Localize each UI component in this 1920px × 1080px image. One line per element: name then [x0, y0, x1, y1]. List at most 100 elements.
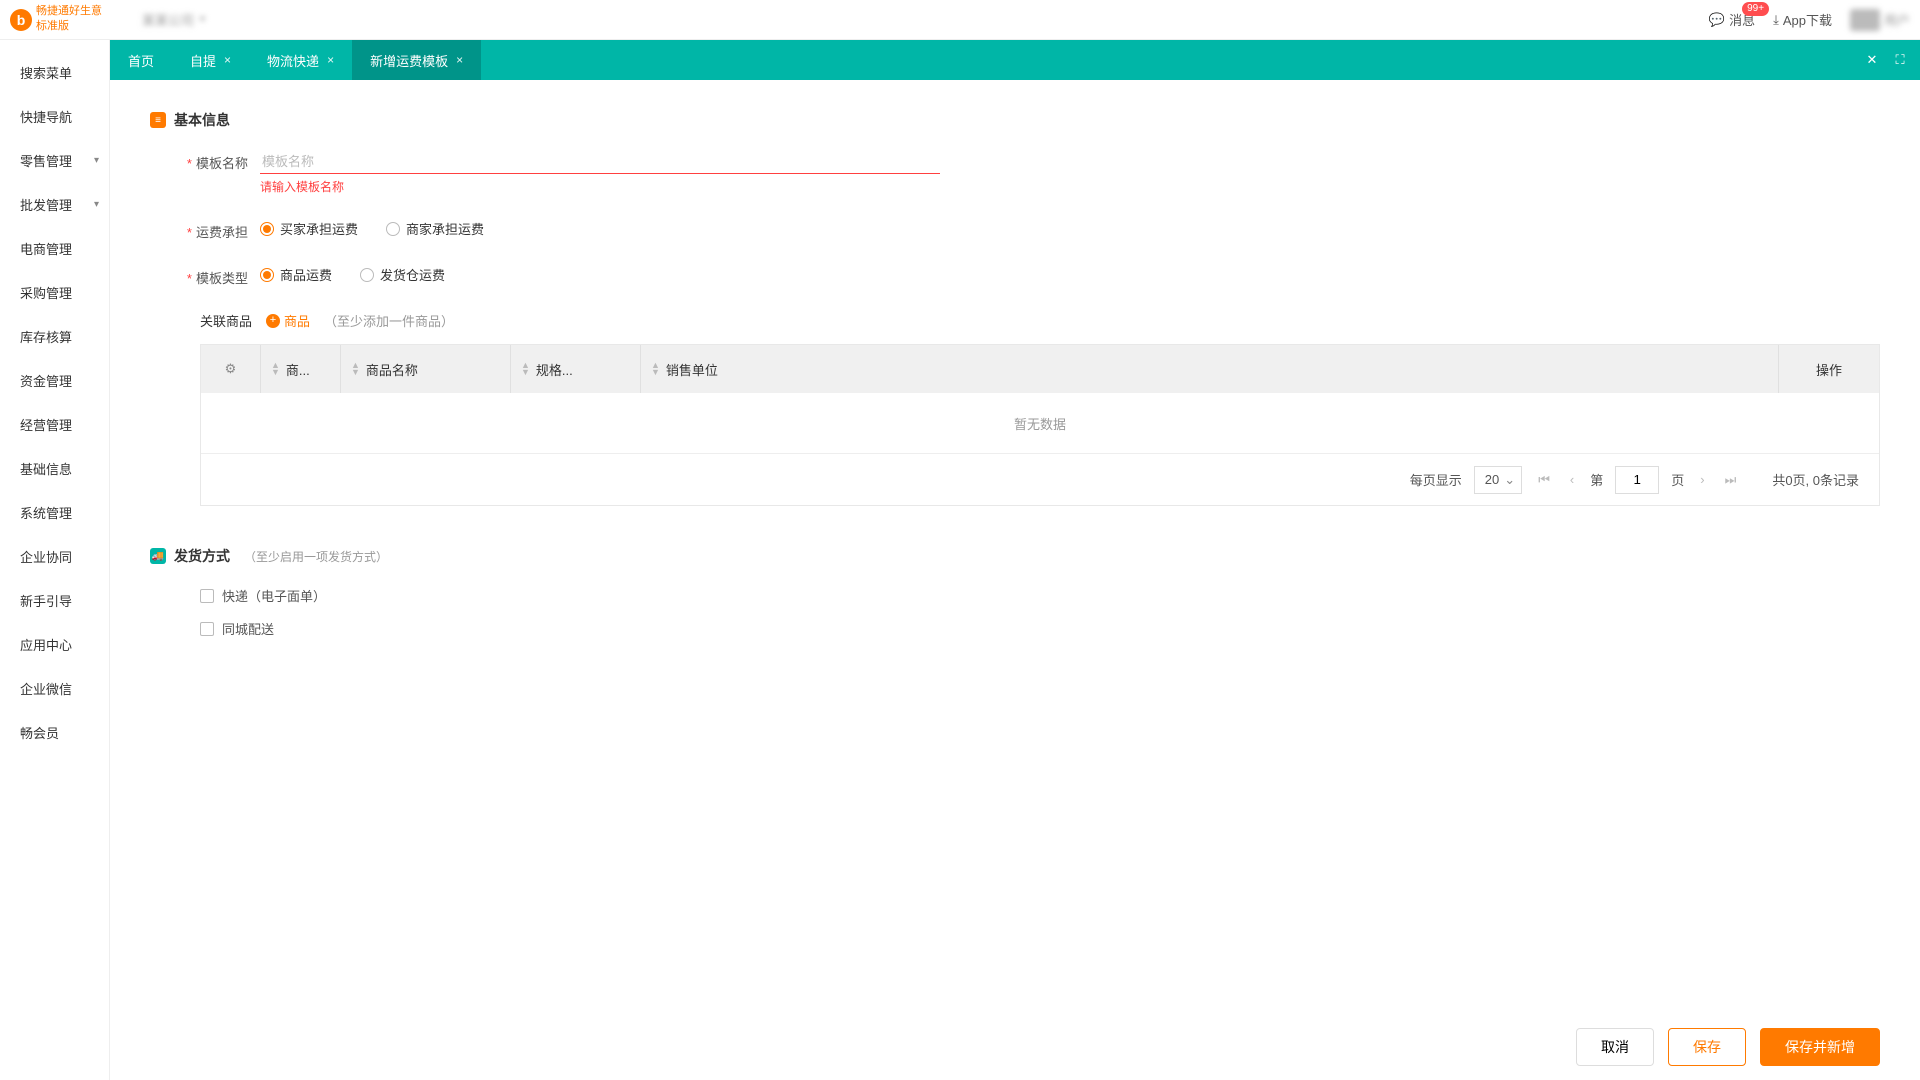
section-shipping: 🚚 发货方式 （至少启用一项发货方式） 快递（电子面单） 同城配送	[150, 546, 1880, 638]
radio-icon	[260, 268, 274, 282]
col-sale-unit[interactable]: ▲▼销售单位	[641, 345, 1779, 393]
top-header: b 畅捷通好生意 标准版 某某公司 ▾ 💬 消息 99+ ⤓ App下载 用户	[0, 0, 1920, 40]
tab-0[interactable]: 首页	[110, 40, 172, 80]
sidebar-item-9[interactable]: 基础信息	[0, 446, 109, 490]
freight-bearer-group: 买家承担运费 商家承担运费	[260, 219, 484, 238]
avatar	[1850, 9, 1880, 31]
sidebar-item-14[interactable]: 企业微信	[0, 666, 109, 710]
section-basic-header: ≡ 基本信息	[150, 110, 1880, 130]
tab-1[interactable]: 自提×	[172, 40, 249, 80]
section-basic-title: 基本信息	[174, 110, 230, 130]
section-shipping-header: 🚚 发货方式 （至少启用一项发货方式）	[150, 546, 1880, 566]
sort-icon: ▲▼	[651, 362, 660, 376]
radio-icon	[386, 222, 400, 236]
truck-icon: 🚚	[150, 548, 166, 564]
pager-next[interactable]: ›	[1696, 472, 1708, 487]
add-product-label: 商品	[284, 311, 310, 330]
main: 首页自提×物流快递×新增运费模板× ✕ ⛶ ≡ 基本信息 模板名称 请输入模板名…	[110, 40, 1920, 1080]
cancel-button[interactable]: 取消	[1576, 1028, 1654, 1066]
template-type-option-0[interactable]: 商品运费	[260, 265, 332, 284]
fullscreen-button[interactable]: ⛶	[1888, 48, 1912, 72]
page-prefix: 第	[1590, 470, 1603, 489]
sidebar: 搜索菜单快捷导航零售管理批发管理电商管理采购管理库存核算资金管理经营管理基础信息…	[0, 40, 110, 1080]
close-all-tabs-button[interactable]: ✕	[1860, 48, 1884, 72]
row-freight-bearer: 运费承担 买家承担运费 商家承担运费	[150, 219, 1880, 241]
sort-icon: ▲▼	[521, 362, 530, 376]
col-product-name[interactable]: ▲▼商品名称	[341, 345, 511, 393]
template-name-error: 请输入模板名称	[260, 178, 940, 195]
sort-icon: ▲▼	[351, 362, 360, 376]
table-empty: 暂无数据	[201, 393, 1879, 453]
ship-checkbox-0[interactable]	[200, 589, 214, 603]
logo: b 畅捷通好生意 标准版	[10, 6, 102, 33]
ship-option-0: 快递（电子面单）	[200, 586, 1880, 605]
freight-bearer-option-0[interactable]: 买家承担运费	[260, 219, 358, 238]
ship-option-1: 同城配送	[200, 619, 1880, 638]
sidebar-item-6[interactable]: 库存核算	[0, 314, 109, 358]
messages-badge: 99+	[1742, 2, 1769, 16]
sidebar-item-13[interactable]: 应用中心	[0, 622, 109, 666]
label-associate: 关联商品	[200, 311, 252, 330]
sidebar-item-12[interactable]: 新手引导	[0, 578, 109, 622]
table-pager: 每页显示 20 ⏮ ‹ 第 页 › ⏭ 共0页, 0条记录	[201, 453, 1879, 505]
save-and-new-button[interactable]: 保存并新增	[1760, 1028, 1880, 1066]
pager-first[interactable]: ⏮	[1534, 472, 1554, 488]
chevron-down-icon: ▾	[200, 14, 205, 25]
user-menu[interactable]: 用户	[1850, 9, 1910, 31]
tab-3[interactable]: 新增运费模板×	[352, 40, 481, 80]
sidebar-item-11[interactable]: 企业协同	[0, 534, 109, 578]
ship-checkbox-1[interactable]	[200, 622, 214, 636]
row-template-type: 模板类型 商品运费 发货仓运费	[150, 265, 1880, 287]
pager-summary: 共0页, 0条记录	[1772, 470, 1859, 489]
page-input[interactable]	[1615, 466, 1659, 494]
sidebar-item-10[interactable]: 系统管理	[0, 490, 109, 534]
label-template-type: 模板类型	[150, 265, 260, 287]
col-spec[interactable]: ▲▼规格...	[511, 345, 641, 393]
footer-actions: 取消 保存 保存并新增	[110, 1012, 1920, 1080]
freight-bearer-option-1[interactable]: 商家承担运费	[386, 219, 484, 238]
tab-close-icon[interactable]: ×	[224, 53, 231, 67]
sort-icon: ▲▼	[271, 362, 280, 376]
messages-button[interactable]: 💬 消息 99+	[1709, 10, 1755, 29]
chat-icon: 💬	[1709, 12, 1725, 28]
sidebar-item-4[interactable]: 电商管理	[0, 226, 109, 270]
col-action: 操作	[1779, 345, 1879, 393]
tab-close-icon[interactable]: ×	[456, 53, 463, 67]
section-icon: ≡	[150, 112, 166, 128]
content: ≡ 基本信息 模板名称 请输入模板名称 运费承担 买家承担运费 商家承担运费 模板…	[110, 80, 1920, 1080]
tabbar-actions: ✕ ⛶	[1852, 40, 1920, 80]
column-settings-button[interactable]: ⚙	[201, 345, 261, 393]
sidebar-item-8[interactable]: 经营管理	[0, 402, 109, 446]
per-page-label: 每页显示	[1410, 470, 1462, 489]
label-freight-bearer: 运费承担	[150, 219, 260, 241]
row-associate-products: 关联商品 + 商品 （至少添加一件商品）	[200, 311, 1880, 330]
app-download-button[interactable]: ⤓ App下载	[1773, 10, 1832, 29]
sidebar-item-2[interactable]: 零售管理	[0, 138, 109, 182]
sidebar-item-3[interactable]: 批发管理	[0, 182, 109, 226]
product-table: ⚙ ▲▼商... ▲▼商品名称 ▲▼规格... ▲▼销售单位 操作 暂无数据 每…	[200, 344, 1880, 506]
template-type-group: 商品运费 发货仓运费	[260, 265, 445, 284]
pager-prev[interactable]: ‹	[1566, 472, 1578, 487]
sidebar-item-15[interactable]: 畅会员	[0, 710, 109, 754]
org-name: 某某公司	[142, 10, 194, 29]
tab-2[interactable]: 物流快递×	[249, 40, 352, 80]
org-selector[interactable]: 某某公司 ▾	[142, 10, 205, 29]
page-size-select[interactable]: 20	[1474, 466, 1522, 494]
add-product-button[interactable]: + 商品	[266, 311, 310, 330]
radio-icon	[360, 268, 374, 282]
sidebar-item-0[interactable]: 搜索菜单	[0, 50, 109, 94]
sidebar-item-5[interactable]: 采购管理	[0, 270, 109, 314]
pager-last[interactable]: ⏭	[1721, 472, 1741, 488]
col-product-code[interactable]: ▲▼商...	[261, 345, 341, 393]
page-suffix: 页	[1671, 470, 1684, 489]
sidebar-item-7[interactable]: 资金管理	[0, 358, 109, 402]
template-type-option-1[interactable]: 发货仓运费	[360, 265, 445, 284]
logo-icon: b	[10, 9, 32, 31]
save-button[interactable]: 保存	[1668, 1028, 1746, 1066]
template-name-input[interactable]	[260, 150, 940, 174]
tab-close-icon[interactable]: ×	[327, 53, 334, 67]
section-shipping-title: 发货方式	[174, 546, 230, 566]
row-template-name: 模板名称 请输入模板名称	[150, 150, 1880, 195]
sidebar-item-1[interactable]: 快捷导航	[0, 94, 109, 138]
brand-text: 畅捷通好生意	[36, 6, 102, 17]
